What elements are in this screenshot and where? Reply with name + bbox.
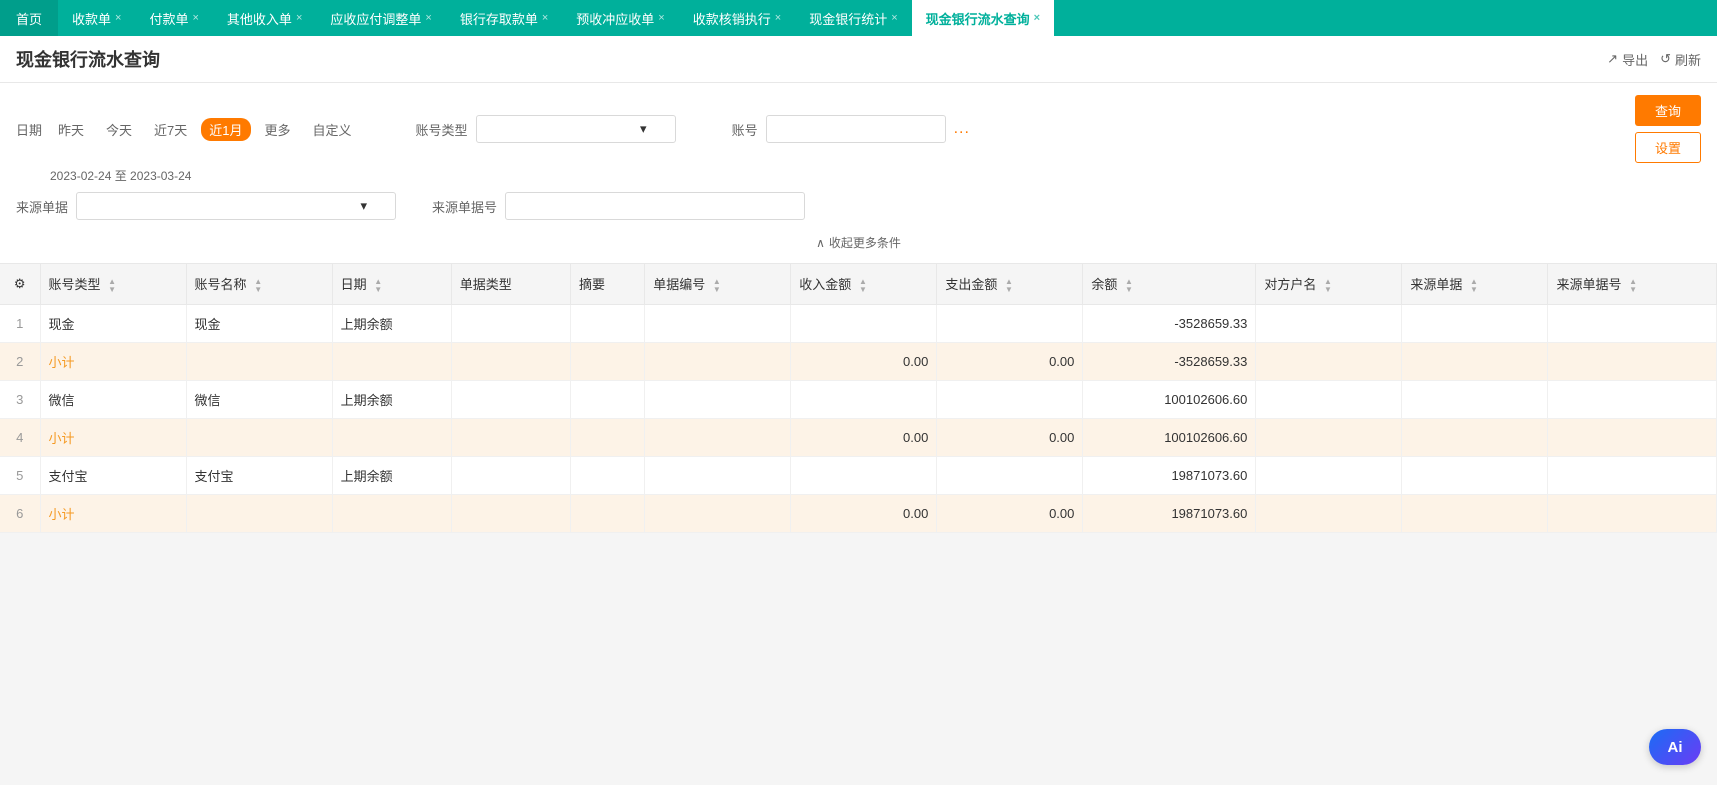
source-doc-select[interactable]: ▾ bbox=[76, 192, 396, 220]
col-account-type: 账号类型 ▲▼ bbox=[40, 264, 186, 304]
date-option-1month[interactable]: 近1月 bbox=[201, 118, 250, 141]
nav-item-other-income[interactable]: 其他收入单 × bbox=[213, 0, 316, 36]
account-type-label: 账号类型 bbox=[416, 120, 468, 139]
gear-col-header[interactable]: ⚙ bbox=[0, 264, 40, 304]
sort-icon[interactable]: ▲▼ bbox=[1629, 278, 1637, 294]
table-header-row: ⚙ 账号类型 ▲▼ 账号名称 ▲▼ 日期 ▲▼ 单据类型 摘要 单据编号 ▲▼ bbox=[0, 264, 1717, 304]
close-icon[interactable]: × bbox=[775, 12, 781, 24]
col-income: 收入金额 ▲▼ bbox=[791, 264, 937, 304]
sort-icon[interactable]: ▲▼ bbox=[1005, 278, 1013, 294]
nav-item-adjust[interactable]: 应收应付调整单 × bbox=[316, 0, 445, 36]
nav-item-bank-deposit[interactable]: 银行存取款单 × bbox=[446, 0, 562, 36]
collapse-label: 收起更多条件 bbox=[829, 234, 901, 251]
sort-icon[interactable]: ▲▼ bbox=[1470, 278, 1478, 294]
date-options: 昨天 今天 近7天 近1月 更多 自定义 bbox=[50, 118, 360, 141]
sort-icon[interactable]: ▲▼ bbox=[108, 278, 116, 294]
export-button[interactable]: ↗ 导出 bbox=[1607, 50, 1648, 69]
chevron-down-icon: ▾ bbox=[640, 121, 647, 137]
collapse-icon: ∧ bbox=[816, 236, 825, 250]
nav-item-verify[interactable]: 收款核销执行 × bbox=[679, 0, 795, 36]
filter-area: 日期 昨天 今天 近7天 近1月 更多 自定义 账号类型 ▾ 账号 bbox=[0, 83, 1717, 264]
source-doc-no-group: 来源单据号 bbox=[432, 192, 805, 220]
chevron-down-icon: ▾ bbox=[360, 198, 367, 214]
table-row[interactable]: 3微信微信上期余额100102606.60 bbox=[0, 380, 1717, 418]
close-icon[interactable]: × bbox=[192, 12, 198, 24]
account-group: 账号 ... bbox=[732, 115, 970, 143]
nav-item-shoukuan[interactable]: 收款单 × bbox=[58, 0, 135, 36]
close-icon[interactable]: × bbox=[1034, 12, 1040, 24]
top-nav: 首页 收款单 × 付款单 × 其他收入单 × 应收应付调整单 × 银行存取款单 … bbox=[0, 0, 1717, 36]
account-label: 账号 bbox=[732, 120, 758, 139]
close-icon[interactable]: × bbox=[658, 12, 664, 24]
table-row[interactable]: 1现金现金上期余额-3528659.33 bbox=[0, 304, 1717, 342]
close-icon[interactable]: × bbox=[296, 12, 302, 24]
collapse-bar[interactable]: ∧ 收起更多条件 bbox=[16, 230, 1701, 255]
nav-item-stats[interactable]: 现金银行统计 × bbox=[795, 0, 911, 36]
col-doc-type: 单据类型 bbox=[451, 264, 570, 304]
page-title: 现金银行流水查询 bbox=[16, 46, 160, 72]
table-container: ⚙ 账号类型 ▲▼ 账号名称 ▲▼ 日期 ▲▼ 单据类型 摘要 单据编号 ▲▼ bbox=[0, 264, 1717, 533]
header-bar: 现金银行流水查询 ↗ 导出 ↺ 刷新 bbox=[0, 36, 1717, 83]
account-type-select[interactable]: ▾ bbox=[476, 115, 676, 143]
sort-icon[interactable]: ▲▼ bbox=[1324, 278, 1332, 294]
date-range-display: 2023-02-24 至 2023-03-24 bbox=[50, 167, 1701, 184]
filter-row-1: 日期 昨天 今天 近7天 近1月 更多 自定义 账号类型 ▾ 账号 bbox=[16, 95, 1701, 163]
nav-item-presale[interactable]: 预收冲应收单 × bbox=[562, 0, 678, 36]
account-type-group: 账号类型 ▾ bbox=[416, 115, 676, 143]
action-buttons: 查询 设置 bbox=[1635, 95, 1701, 163]
setting-button[interactable]: 设置 bbox=[1635, 132, 1701, 163]
sort-icon[interactable]: ▲▼ bbox=[374, 278, 382, 294]
date-option-7days[interactable]: 近7天 bbox=[146, 118, 195, 141]
col-balance: 余额 ▲▼ bbox=[1083, 264, 1256, 304]
col-summary: 摘要 bbox=[570, 264, 644, 304]
table-row[interactable]: 6小计0.000.0019871073.60 bbox=[0, 494, 1717, 532]
refresh-icon: ↺ bbox=[1660, 51, 1671, 67]
table-row[interactable]: 2小计0.000.00-3528659.33 bbox=[0, 342, 1717, 380]
close-icon[interactable]: × bbox=[891, 12, 897, 24]
sort-icon[interactable]: ▲▼ bbox=[254, 278, 262, 294]
query-button[interactable]: 查询 bbox=[1635, 95, 1701, 126]
date-option-more[interactable]: 更多 bbox=[257, 118, 299, 141]
col-source-doc: 来源单据 ▲▼ bbox=[1402, 264, 1548, 304]
close-icon[interactable]: × bbox=[425, 12, 431, 24]
nav-home[interactable]: 首页 bbox=[0, 0, 58, 36]
sort-icon[interactable]: ▲▼ bbox=[1125, 278, 1133, 294]
table-row[interactable]: 4小计0.000.00100102606.60 bbox=[0, 418, 1717, 456]
col-source-doc-no: 来源单据号 ▲▼ bbox=[1548, 264, 1717, 304]
close-icon[interactable]: × bbox=[542, 12, 548, 24]
col-account-name: 账号名称 ▲▼ bbox=[186, 264, 332, 304]
source-doc-no-input[interactable] bbox=[505, 192, 805, 220]
account-select[interactable] bbox=[766, 115, 946, 143]
col-doc-no: 单据编号 ▲▼ bbox=[645, 264, 791, 304]
nav-item-fukuan[interactable]: 付款单 × bbox=[135, 0, 212, 36]
table-row[interactable]: 5支付宝支付宝上期余额19871073.60 bbox=[0, 456, 1717, 494]
date-option-custom[interactable]: 自定义 bbox=[305, 118, 360, 141]
source-doc-no-label: 来源单据号 bbox=[432, 197, 497, 216]
date-label: 日期 bbox=[16, 120, 42, 139]
source-doc-label: 来源单据 bbox=[16, 197, 68, 216]
refresh-button[interactable]: ↺ 刷新 bbox=[1660, 50, 1701, 69]
date-option-today[interactable]: 今天 bbox=[98, 118, 140, 141]
source-doc-group: 来源单据 ▾ bbox=[16, 192, 396, 220]
col-counterparty: 对方户名 ▲▼ bbox=[1256, 264, 1402, 304]
date-option-yesterday[interactable]: 昨天 bbox=[50, 118, 92, 141]
sort-icon[interactable]: ▲▼ bbox=[859, 278, 867, 294]
close-icon[interactable]: × bbox=[115, 12, 121, 24]
date-filter-group: 日期 昨天 今天 近7天 近1月 更多 自定义 bbox=[16, 118, 360, 141]
ellipsis-button[interactable]: ... bbox=[954, 120, 970, 138]
col-expense: 支出金额 ▲▼ bbox=[937, 264, 1083, 304]
export-icon: ↗ bbox=[1607, 51, 1618, 67]
filter-row-2: 来源单据 ▾ 来源单据号 bbox=[16, 192, 1701, 220]
sort-icon[interactable]: ▲▼ bbox=[713, 278, 721, 294]
header-actions: ↗ 导出 ↺ 刷新 bbox=[1607, 50, 1701, 69]
main-table: ⚙ 账号类型 ▲▼ 账号名称 ▲▼ 日期 ▲▼ 单据类型 摘要 单据编号 ▲▼ bbox=[0, 264, 1717, 533]
col-date: 日期 ▲▼ bbox=[332, 264, 451, 304]
ai-badge[interactable]: Ai bbox=[1649, 729, 1701, 765]
date-range-text: 2023-02-24 至 2023-03-24 bbox=[50, 169, 191, 183]
nav-item-flow-query[interactable]: 现金银行流水查询 × bbox=[912, 0, 1054, 36]
